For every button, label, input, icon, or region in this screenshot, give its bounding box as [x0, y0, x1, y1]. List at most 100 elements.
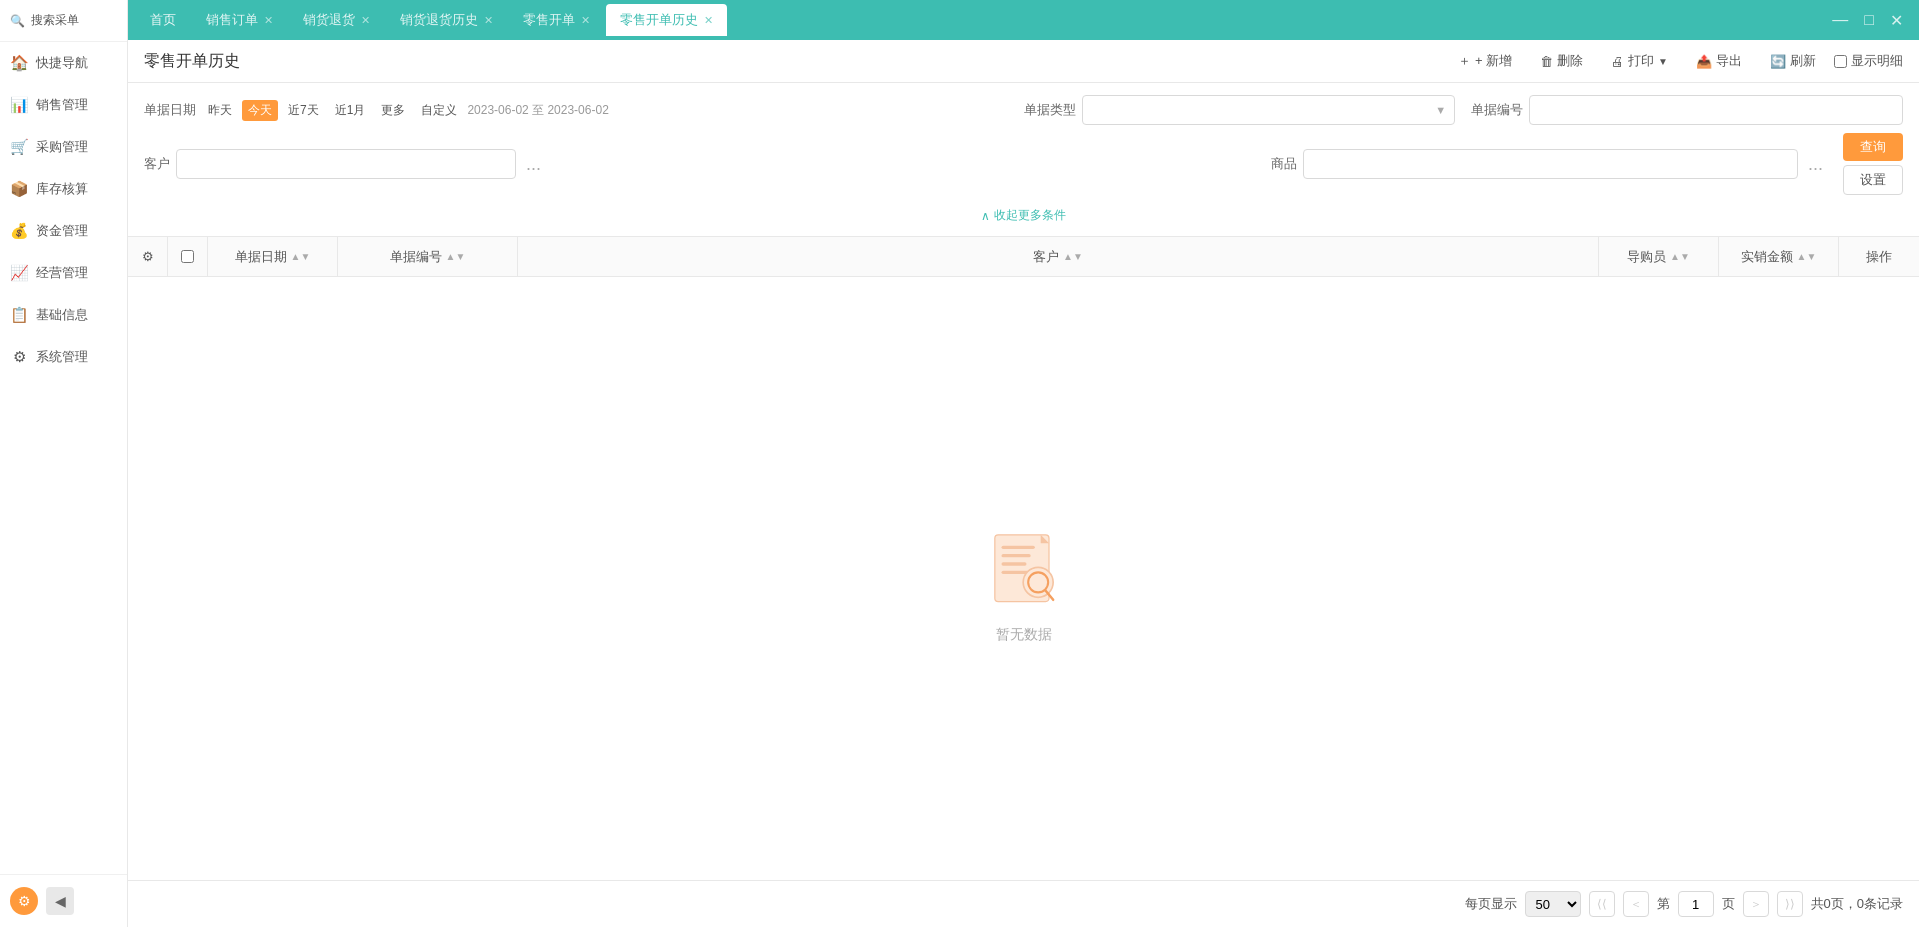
page-size-select[interactable]: 50 100 200	[1525, 891, 1581, 917]
sidebar-item-purchase-mgmt[interactable]: 🛒 采购管理	[0, 126, 127, 168]
tab-retail-open[interactable]: 零售开单 ✕	[509, 4, 604, 36]
refresh-button[interactable]: 🔄 刷新	[1760, 48, 1826, 74]
prev-page-button[interactable]: ＜	[1623, 891, 1649, 917]
th-amount[interactable]: 实销金额 ▲▼	[1719, 237, 1839, 276]
sidebar-item-operation[interactable]: 📈 经营管理	[0, 252, 127, 294]
tab-retail-open-close[interactable]: ✕	[581, 14, 590, 27]
date-btn-7days[interactable]: 近7天	[282, 100, 325, 121]
display-detail-checkbox-label[interactable]: 显示明细	[1834, 52, 1903, 70]
top-nav: 首页 销售订单 ✕ 销货退货 ✕ 销货退货历史 ✕ 零售开单 ✕ 零售开单历史 …	[128, 0, 1919, 40]
collapse-conditions-btn[interactable]: ∧ 收起更多条件	[144, 203, 1903, 228]
th-checkbox[interactable]	[168, 237, 208, 276]
sys-icon: ⚙	[10, 348, 28, 366]
tab-retail-history[interactable]: 零售开单历史 ✕	[606, 4, 727, 36]
last-page-button[interactable]: ⟩⟩	[1777, 891, 1803, 917]
tab-sales-return-history[interactable]: 销货退货历史 ✕	[386, 4, 507, 36]
maximize-button[interactable]: □	[1860, 11, 1878, 30]
date-btn-today[interactable]: 今天	[242, 100, 278, 121]
pagination: 每页显示 50 100 200 ⟨⟨ ＜ 第 1 页 ＞ ⟩⟩ 共0页，0条记录	[128, 880, 1919, 927]
filter-customer-item: 客户 ...	[144, 149, 1255, 179]
date-btn-1month[interactable]: 近1月	[329, 100, 372, 121]
th-settings[interactable]: ⚙	[128, 237, 168, 276]
delete-button[interactable]: 🗑 删除	[1530, 48, 1593, 74]
page-input[interactable]: 1	[1678, 891, 1714, 917]
sidebar-item-finance[interactable]: 💰 资金管理	[0, 210, 127, 252]
tab-sales-return-history-close[interactable]: ✕	[484, 14, 493, 27]
print-button[interactable]: 🖨 打印 ▼	[1601, 48, 1678, 74]
tab-home[interactable]: 首页	[136, 4, 190, 36]
th-date-sort-icon: ▲▼	[291, 252, 311, 262]
date-btn-custom[interactable]: 自定义	[415, 100, 463, 121]
display-detail-checkbox[interactable]	[1834, 55, 1847, 68]
tab-sales-return-history-label: 销货退货历史	[400, 11, 478, 29]
main-content: 首页 销售订单 ✕ 销货退货 ✕ 销货退货历史 ✕ 零售开单 ✕ 零售开单历史 …	[128, 0, 1919, 927]
th-customer[interactable]: 客户 ▲▼	[518, 237, 1599, 276]
empty-illustration	[974, 514, 1074, 614]
sidebar-item-sys-mgmt[interactable]: ⚙ 系统管理	[0, 336, 127, 378]
tab-sales-return-close[interactable]: ✕	[361, 14, 370, 27]
filter-type-label: 单据类型	[1024, 101, 1076, 119]
select-all-checkbox[interactable]	[181, 250, 194, 263]
tab-sales-return[interactable]: 销货退货 ✕	[289, 4, 384, 36]
th-sn[interactable]: 单据编号 ▲▼	[338, 237, 518, 276]
total-info: 共0页，0条记录	[1811, 895, 1903, 913]
empty-state: 暂无数据	[128, 277, 1919, 880]
tab-retail-open-label: 零售开单	[523, 11, 575, 29]
filter-goods-input[interactable]	[1303, 149, 1798, 179]
th-date[interactable]: 单据日期 ▲▼	[208, 237, 338, 276]
inventory-icon: 📦	[10, 180, 28, 198]
sidebar-settings-button[interactable]: ⚙	[10, 887, 38, 915]
add-button[interactable]: ＋ + 新增	[1448, 48, 1522, 74]
svg-rect-2	[1001, 554, 1030, 557]
filter-type-select[interactable]: ▼	[1082, 95, 1456, 125]
tab-sales-order-label: 销售订单	[206, 11, 258, 29]
next-page-button[interactable]: ＞	[1743, 891, 1769, 917]
print-icon: 🖨	[1611, 54, 1624, 69]
sidebar-item-inventory[interactable]: 📦 库存核算	[0, 168, 127, 210]
filter-sn-label: 单据编号	[1471, 101, 1523, 119]
tab-sales-order-close[interactable]: ✕	[264, 14, 273, 27]
filter-sn-input[interactable]	[1529, 95, 1903, 125]
date-btn-yesterday[interactable]: 昨天	[202, 100, 238, 121]
filter-goods-more[interactable]: ...	[1804, 154, 1827, 175]
th-amount-sort-icon: ▲▼	[1797, 252, 1817, 262]
filter-settings-button[interactable]: 设置	[1843, 165, 1903, 195]
th-customer-label: 客户	[1033, 248, 1059, 266]
tab-retail-history-label: 零售开单历史	[620, 11, 698, 29]
th-guide-sort-icon: ▲▼	[1670, 252, 1690, 262]
filter-date-group: 昨天 今天 近7天 近1月 更多 自定义 2023-06-02 至 2023-0…	[202, 100, 609, 121]
th-customer-sort-icon: ▲▼	[1063, 252, 1083, 262]
search-icon: 🔍	[10, 14, 25, 28]
export-button[interactable]: 📤 导出	[1686, 48, 1752, 74]
tab-sales-order[interactable]: 销售订单 ✕	[192, 4, 287, 36]
tab-retail-history-close[interactable]: ✕	[704, 14, 713, 27]
home-icon: 🏠	[10, 54, 28, 72]
filter-goods-label: 商品	[1271, 155, 1297, 173]
settings-col-icon: ⚙	[142, 249, 154, 264]
th-date-label: 单据日期	[235, 248, 287, 266]
page-title: 零售开单历史	[144, 51, 1440, 72]
th-action-label: 操作	[1866, 248, 1892, 266]
finance-icon: 💰	[10, 222, 28, 240]
page-toolbar: 零售开单历史 ＋ + 新增 🗑 删除 🖨 打印 ▼ 📤 导出 🔄 刷新	[128, 40, 1919, 83]
query-button[interactable]: 查询	[1843, 133, 1903, 161]
th-amount-label: 实销金额	[1741, 248, 1793, 266]
th-guide[interactable]: 导购员 ▲▼	[1599, 237, 1719, 276]
sidebar-item-quick-nav[interactable]: 🏠 快捷导航	[0, 42, 127, 84]
minimize-button[interactable]: —	[1828, 11, 1852, 30]
sidebar-item-sales-mgmt[interactable]: 📊 销售管理	[0, 84, 127, 126]
close-button[interactable]: ✕	[1886, 11, 1907, 30]
sidebar-label-quick-nav: 快捷导航	[36, 54, 88, 72]
filter-customer-more[interactable]: ...	[522, 154, 545, 175]
date-btn-more[interactable]: 更多	[375, 100, 411, 121]
sidebar-search[interactable]: 🔍 搜索采单	[0, 0, 127, 42]
operation-icon: 📈	[10, 264, 28, 282]
delete-label: 删除	[1557, 52, 1583, 70]
first-page-button[interactable]: ⟨⟨	[1589, 891, 1615, 917]
sidebar-item-basic-info[interactable]: 📋 基础信息	[0, 294, 127, 336]
filter-customer-input[interactable]	[176, 149, 516, 179]
refresh-label: 刷新	[1790, 52, 1816, 70]
basic-info-icon: 📋	[10, 306, 28, 324]
sidebar-collapse-button[interactable]: ◀	[46, 887, 74, 915]
settings-gear-icon: ⚙	[18, 893, 31, 909]
